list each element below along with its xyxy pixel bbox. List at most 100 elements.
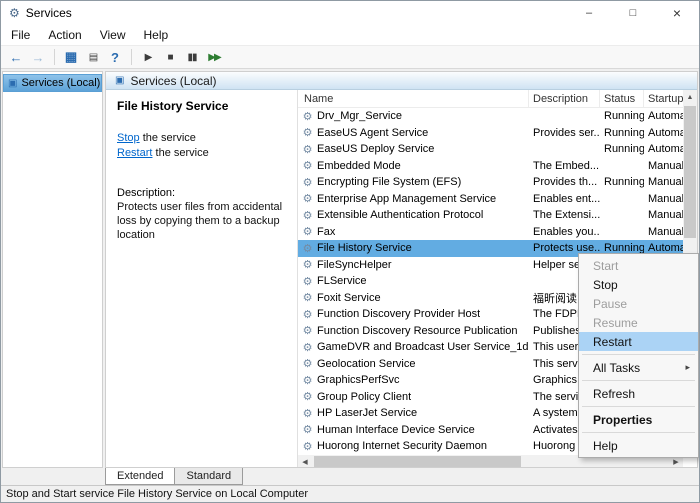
back-button[interactable]: ← <box>5 47 27 67</box>
service-startup: Manual <box>644 176 683 188</box>
context-menu-item[interactable]: Properties ▸ <box>579 410 698 429</box>
menubar-item[interactable]: View <box>91 28 135 42</box>
service-name-cell: ⚙ Embedded Mode <box>298 159 529 172</box>
service-gear-icon: ⚙ <box>301 258 314 271</box>
context-menu-item: Resume ▸ <box>579 313 698 332</box>
view-tab[interactable]: Extended <box>105 468 175 485</box>
service-gear-icon: ⚙ <box>301 176 314 189</box>
restart-service-button[interactable]: ▶▶ <box>203 47 225 67</box>
service-name: Enterprise App Management Service <box>317 193 496 205</box>
table-row[interactable]: ⚙ EaseUS Agent Service Provides ser... R… <box>298 125 683 142</box>
service-gear-icon: ⚙ <box>301 159 314 172</box>
panel-node-icon: ▣ <box>115 75 124 86</box>
description-text: Protects user files from accidental loss… <box>117 200 286 242</box>
menubar-item[interactable]: File <box>2 28 39 42</box>
service-gear-icon: ⚙ <box>301 374 314 387</box>
service-gear-icon: ⚙ <box>301 242 314 255</box>
toolbar: ← → ▦ ▤ ? ▶ ■ ▮▮ ▶▶ <box>1 45 699 69</box>
service-name-cell: ⚙ Drv_Mgr_Service <box>298 110 529 123</box>
view-tab[interactable]: Standard <box>174 468 243 485</box>
tree-item-services-local[interactable]: ▣ Services (Local) <box>3 74 102 92</box>
service-name: Function Discovery Provider Host <box>317 308 480 320</box>
table-row[interactable]: ⚙ Drv_Mgr_Service Running Automatic <box>298 108 683 125</box>
stop-service-button[interactable]: ■ <box>159 47 181 67</box>
help-button[interactable]: ? <box>104 47 126 67</box>
menu-item-label: Stop <box>593 278 618 292</box>
service-action-suffix: the service <box>140 132 196 144</box>
panel-title: Services (Local) <box>130 74 216 88</box>
service-gear-icon: ⚙ <box>301 143 314 156</box>
menu-item-label: Start <box>593 259 618 273</box>
context-menu-item[interactable]: All Tasks ▸ <box>579 358 698 377</box>
service-name-cell: ⚙ Extensible Authentication Protocol <box>298 209 529 222</box>
context-menu-item[interactable]: Stop ▸ <box>579 275 698 294</box>
service-gear-icon: ⚙ <box>301 291 314 304</box>
service-gear-icon: ⚙ <box>301 423 314 436</box>
column-header[interactable]: Name <box>298 90 529 107</box>
services-window: ⚙ Services – □ × File Action View Help ←… <box>0 0 700 503</box>
context-menu-item: ▸ <box>579 429 698 436</box>
table-row[interactable]: ⚙ Embedded Mode The Embed... Manual <box>298 158 683 175</box>
forward-button[interactable]: → <box>27 47 49 67</box>
console-tree-panel: ▣ Services (Local) <box>2 71 103 468</box>
service-name-cell: ⚙ EaseUS Deploy Service <box>298 143 529 156</box>
close-button[interactable]: × <box>655 1 699 25</box>
service-action-link[interactable]: Stop <box>117 132 140 144</box>
service-name: GraphicsPerfSvc <box>317 374 400 386</box>
minimize-button[interactable]: – <box>567 1 611 25</box>
maximize-button[interactable]: □ <box>611 1 655 25</box>
service-name: Human Interface Device Service <box>317 424 475 436</box>
start-service-button[interactable]: ▶ <box>137 47 159 67</box>
scroll-left-icon[interactable]: ◀ <box>298 455 312 468</box>
tree-item-label: Services (Local) <box>21 77 100 89</box>
menu-item-label: Resume <box>593 316 638 330</box>
service-name: File History Service <box>317 242 412 254</box>
table-row[interactable]: ⚙ Enterprise App Management Service Enab… <box>298 191 683 208</box>
show-console-tree-button[interactable]: ▦ <box>60 47 82 67</box>
service-name-cell: ⚙ FileSyncHelper <box>298 258 529 271</box>
service-gear-icon: ⚙ <box>301 390 314 403</box>
context-menu-item: ▸ <box>579 377 698 384</box>
service-status: Running <box>600 143 644 155</box>
service-name: Drv_Mgr_Service <box>317 110 402 122</box>
service-action-line: Stop the service <box>117 131 286 146</box>
menubar: File Action View Help <box>1 25 699 45</box>
context-menu-item[interactable]: Refresh ▸ <box>579 384 698 403</box>
menubar-item[interactable]: Action <box>39 28 90 42</box>
service-name-cell: ⚙ Function Discovery Provider Host <box>298 308 529 321</box>
service-name: EaseUS Deploy Service <box>317 143 434 155</box>
context-menu: Start ▸ Stop ▸ Pause ▸ Resume ▸ Restart … <box>578 253 699 458</box>
service-name: Foxit Service <box>317 292 381 304</box>
menubar-item[interactable]: Help <box>135 28 178 42</box>
statusbar-text: Stop and Start service File History Serv… <box>6 488 308 500</box>
context-menu-item[interactable]: Help ▸ <box>579 436 698 455</box>
service-startup: Automatic <box>644 110 683 122</box>
service-gear-icon: ⚙ <box>301 324 314 337</box>
horizontal-scroll-thumb[interactable] <box>314 456 521 468</box>
service-gear-icon: ⚙ <box>301 357 314 370</box>
service-name: Encrypting File System (EFS) <box>317 176 461 188</box>
service-gear-icon: ⚙ <box>301 225 314 238</box>
column-header[interactable]: Status <box>600 90 644 107</box>
service-description: The Embed... <box>529 160 600 172</box>
service-name: Huorong Internet Security Daemon <box>317 440 487 452</box>
context-menu-item: Start ▸ <box>579 256 698 275</box>
menu-item-label: Refresh <box>593 387 635 401</box>
column-header[interactable]: Startup <box>644 90 683 107</box>
scroll-up-icon[interactable]: ▲ <box>683 90 697 104</box>
table-row[interactable]: ⚙ Fax Enables you... Manual <box>298 224 683 241</box>
column-header[interactable]: Description <box>529 90 600 107</box>
context-menu-item[interactable]: Restart ▸ <box>579 332 698 351</box>
export-list-button[interactable]: ▤ <box>82 47 104 67</box>
service-action-link[interactable]: Restart <box>117 147 152 159</box>
pause-service-button[interactable]: ▮▮ <box>181 47 203 67</box>
service-status: Running <box>600 127 644 139</box>
table-row[interactable]: ⚙ Extensible Authentication Protocol The… <box>298 207 683 224</box>
service-name: Fax <box>317 226 335 238</box>
toolbar-separator <box>131 49 132 65</box>
vertical-scroll-thumb[interactable] <box>684 106 696 238</box>
table-row[interactable]: ⚙ Encrypting File System (EFS) Provides … <box>298 174 683 191</box>
service-description: Provides ser... <box>529 127 600 139</box>
table-row[interactable]: ⚙ EaseUS Deploy Service Running Automati… <box>298 141 683 158</box>
service-name: Geolocation Service <box>317 358 415 370</box>
